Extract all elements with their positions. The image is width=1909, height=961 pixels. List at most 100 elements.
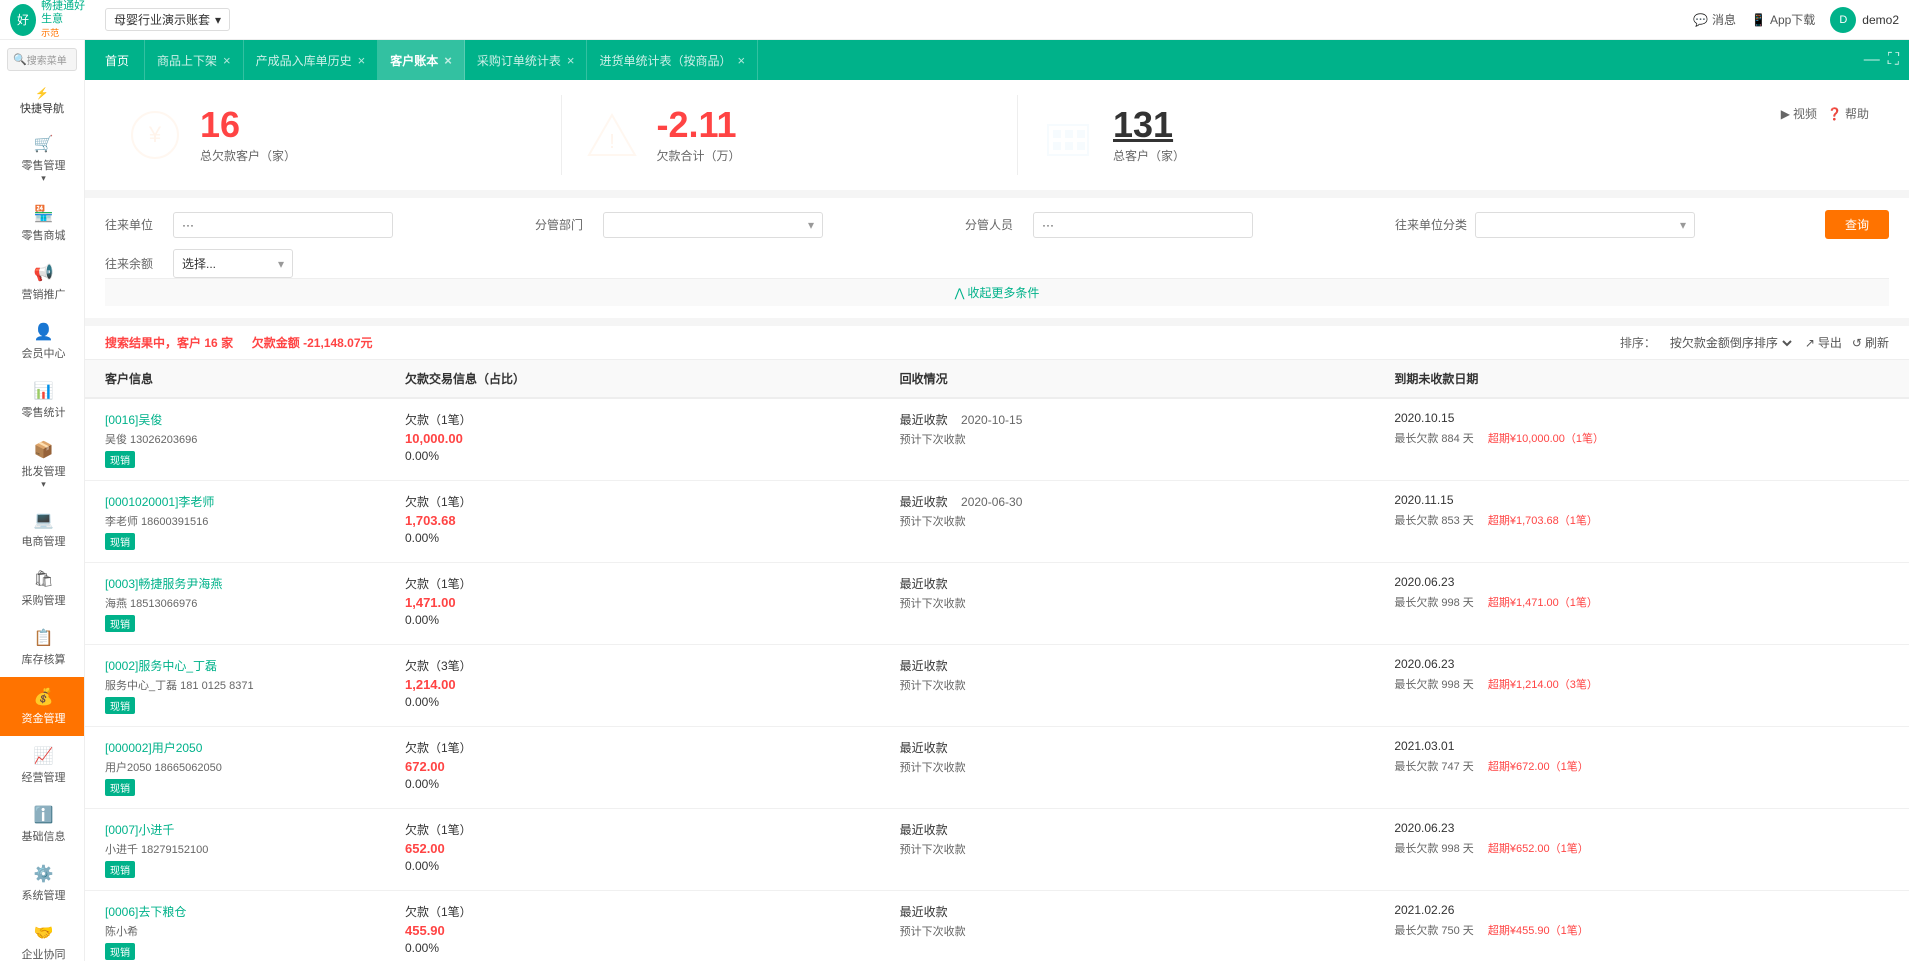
tab-purchase-order-close[interactable]: ×	[567, 53, 575, 68]
sidebar-item-ecommerce[interactable]: 💻 电商管理	[0, 500, 84, 559]
sidebar-item-finance[interactable]: 💰 资金管理	[0, 677, 84, 736]
export-icon: ↗	[1805, 336, 1815, 350]
customer-sub-0: 吴俊 13026203696	[105, 431, 405, 447]
sidebar-item-retail-mall[interactable]: 🏪 零售商城	[0, 194, 84, 253]
collapse-btn[interactable]: ⋀ 收起更多条件	[955, 284, 1040, 301]
tab-customer-account[interactable]: 客户账本 ×	[378, 40, 465, 80]
sidebar-item-purchase[interactable]: 🛍 采购管理	[0, 559, 84, 618]
stat-debt-amount-info: -2.11 欠款合计（万）	[657, 107, 741, 164]
customer-name-5[interactable]: [0007]小进千	[105, 821, 405, 838]
table-area: 客户信息 欠款交易信息（占比） 回收情况 到期未收款日期 [0016]吴俊 吴俊…	[85, 360, 1909, 961]
customer-sub-5: 小进千 18279152100	[105, 841, 405, 857]
result-summary: 搜索结果中，客户 16 家 欠款金额 -21,148.07元	[105, 334, 373, 351]
tab-home[interactable]: 首页	[90, 40, 145, 80]
sidebar-item-corp-collab[interactable]: 🤝 企业协同	[0, 913, 84, 961]
view-video-btn[interactable]: ▶ 视频	[1781, 105, 1817, 122]
sidebar-item-sys-mgmt[interactable]: ⚙️ 系统管理	[0, 854, 84, 913]
video-icon: ▶	[1781, 107, 1790, 121]
retail-stats-label: 零售统计	[22, 404, 66, 420]
debt-amount-2[interactable]: 1,471.00	[405, 595, 900, 610]
tab-prod-history-close[interactable]: ×	[358, 53, 366, 68]
overdue-link-2[interactable]: 超期¥1,471.00（1笔）	[1488, 597, 1598, 609]
due-date-val-1: 2020.11.15	[1394, 493, 1889, 507]
overdue-link-4[interactable]: 超期¥672.00（1笔）	[1488, 761, 1589, 773]
source-category-select[interactable]: ▾	[1475, 212, 1695, 238]
debt-amount-4[interactable]: 672.00	[405, 759, 900, 774]
debt-percent-0: 0.00%	[405, 449, 900, 463]
sort-select[interactable]: 按欠款金额倒序排序	[1666, 335, 1795, 351]
sidebar-item-members[interactable]: 👤 会员中心	[0, 312, 84, 371]
customer-name-4[interactable]: [000002]用户2050	[105, 739, 405, 756]
customer-name-0[interactable]: [0016]吴俊	[105, 411, 405, 428]
overdue-link-1[interactable]: 超期¥1,703.68（1笔）	[1488, 515, 1598, 527]
debt-info-6: 欠款（1笔） 455.90 0.00%	[405, 903, 900, 955]
customer-name-1[interactable]: [0001020001]李老师	[105, 493, 405, 510]
promo-link[interactable]: 示范	[41, 26, 95, 39]
tab-maximize-btn[interactable]: ⛶	[1888, 51, 1899, 69]
filter-row-1: 往来单位 ··· 分管部门 ▾	[105, 210, 1889, 239]
user-btn[interactable]: D demo2	[1830, 7, 1899, 33]
debt-amount-1[interactable]: 1,703.68	[405, 513, 900, 528]
tab-goods-stats-label: 进货单统计表（按商品）	[599, 52, 731, 69]
customer-name-2[interactable]: [0003]畅捷服务尹海燕	[105, 575, 405, 592]
overdue-link-6[interactable]: 超期¥455.90（1笔）	[1488, 925, 1589, 937]
marketing-icon: 📢	[34, 263, 54, 283]
refresh-btn[interactable]: ↺ 刷新	[1852, 334, 1889, 351]
recovery-next-6: 预计下次收款	[900, 923, 1395, 939]
sidebar-item-batch-mgmt[interactable]: 📦 批发管理 ▾	[0, 430, 84, 500]
sidebar-item-fast-nav[interactable]: ⚡ 快捷导航	[0, 79, 84, 124]
help-btn[interactable]: ❓ 帮助	[1827, 105, 1869, 122]
customer-info-6: [0006]去下粮仓 陈小希 现销	[105, 903, 405, 960]
customer-name-3[interactable]: [0002]服务中心_丁磊	[105, 657, 405, 674]
manager-input[interactable]: ···	[1033, 212, 1253, 238]
customer-name-6[interactable]: [0006]去下粮仓	[105, 903, 405, 920]
balance-select[interactable]: 选择... ▾	[173, 249, 293, 278]
debt-amount-6[interactable]: 455.90	[405, 923, 900, 938]
stat-card-actions: ▶ 视频 ❓ 帮助	[1781, 105, 1869, 122]
export-btn[interactable]: ↗ 导出	[1805, 334, 1842, 351]
sidebar-item-biz-mgmt[interactable]: 📈 经营管理	[0, 736, 84, 795]
store-selector[interactable]: 母婴行业演示账套 ▾	[105, 8, 230, 31]
tab-purchase-order-label: 采购订单统计表	[477, 52, 561, 69]
ecommerce-label: 电商管理	[22, 533, 66, 549]
stat-warning-icon: !	[582, 105, 642, 165]
sidebar-item-inventory[interactable]: 📋 库存核算	[0, 618, 84, 677]
query-btn[interactable]: 查询	[1825, 210, 1889, 239]
debt-amount-3[interactable]: 1,214.00	[405, 677, 900, 692]
table-row: [0016]吴俊 吴俊 13026203696 现销 欠款（1笔） 10,000…	[85, 399, 1909, 481]
stat-total-customers-label: 总客户（家）	[1113, 147, 1185, 164]
sidebar-item-marketing[interactable]: 📢 营销推广	[0, 253, 84, 312]
customer-info-2: [0003]畅捷服务尹海燕 海燕 18513066976 现销	[105, 575, 405, 632]
overdue-link-3[interactable]: 超期¥1,214.00（3笔）	[1488, 679, 1598, 691]
tab-goods-stats[interactable]: 进货单统计表（按商品） ×	[587, 40, 758, 80]
refresh-icon: ↺	[1852, 336, 1862, 350]
result-summary-text: 搜索结果中，客户	[105, 336, 201, 350]
tab-goods-off[interactable]: 商品上下架 ×	[145, 40, 244, 80]
sidebar-item-basic-info[interactable]: ℹ️ 基础信息	[0, 795, 84, 854]
tab-bar: 首页 商品上下架 × 产成品入库单历史 × 客户账本 × 采购订单统计表 ×	[85, 40, 1909, 80]
overdue-link-0[interactable]: 超期¥10,000.00（1笔）	[1488, 433, 1604, 445]
debt-amount-0[interactable]: 10,000.00	[405, 431, 900, 446]
debt-count-2: 欠款（1笔）	[405, 575, 900, 592]
download-btn[interactable]: 📱 App下载	[1751, 11, 1815, 28]
debt-info-2: 欠款（1笔） 1,471.00 0.00%	[405, 575, 900, 627]
sidebar-search-box[interactable]: 🔍 搜索菜单	[7, 48, 77, 71]
tab-prod-history[interactable]: 产成品入库单历史 ×	[244, 40, 379, 80]
overdue-link-5[interactable]: 超期¥652.00（1笔）	[1488, 843, 1589, 855]
debt-count-5: 欠款（1笔）	[405, 821, 900, 838]
department-select[interactable]: ▾	[603, 212, 823, 238]
recovery-date-0: 2020-10-15	[961, 413, 1022, 427]
message-btn[interactable]: 💬 消息	[1693, 11, 1736, 28]
source-unit-input[interactable]: ···	[173, 212, 393, 238]
tab-goods-stats-close[interactable]: ×	[737, 53, 745, 68]
tab-goods-off-label: 商品上下架	[157, 52, 217, 69]
sidebar-item-retail-mgmt[interactable]: 🛒 零售管理 ▾	[0, 124, 84, 194]
tab-goods-off-close[interactable]: ×	[223, 53, 231, 68]
debt-percent-6: 0.00%	[405, 941, 900, 955]
sidebar-item-retail-stats[interactable]: 📊 零售统计	[0, 371, 84, 430]
tab-purchase-order[interactable]: 采购订单统计表 ×	[465, 40, 588, 80]
debt-amount-5[interactable]: 652.00	[405, 841, 900, 856]
tab-minimize-btn[interactable]: —	[1864, 51, 1880, 69]
tab-customer-account-close[interactable]: ×	[444, 53, 452, 68]
customer-tag-1: 现销	[105, 533, 135, 550]
